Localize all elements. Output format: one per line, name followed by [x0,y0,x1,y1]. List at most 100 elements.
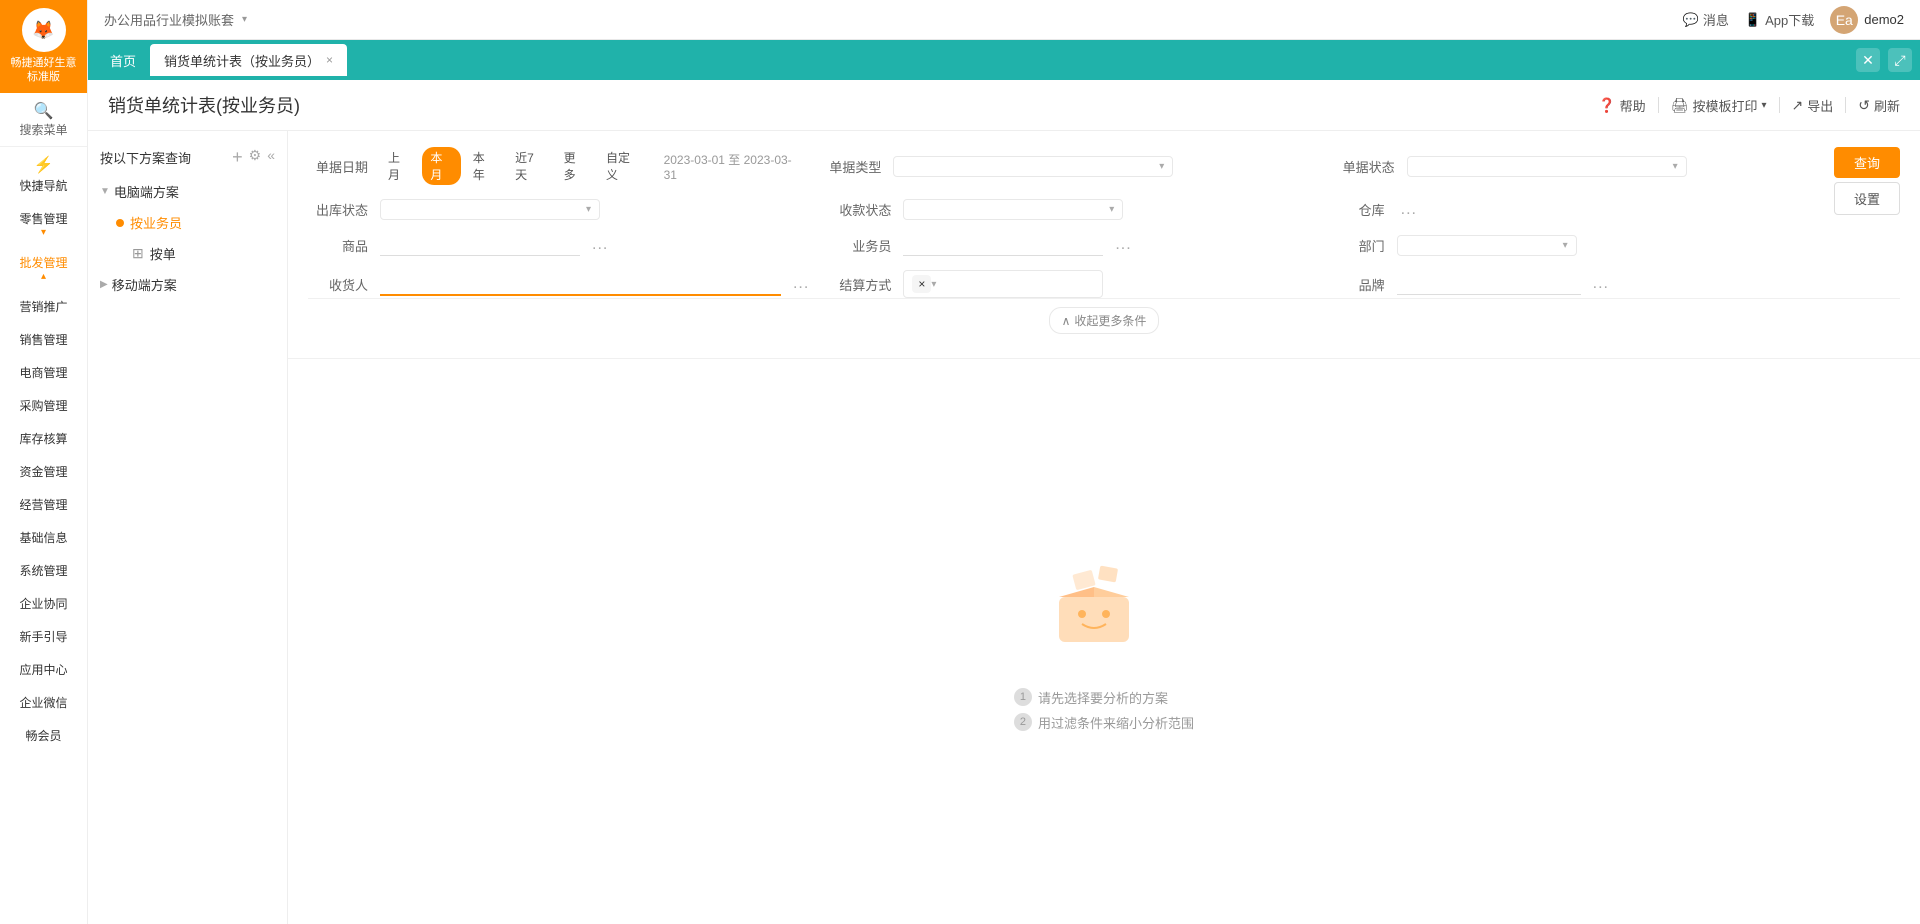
receiver-input[interactable] [380,273,781,296]
settings-button[interactable]: 设置 [1834,182,1900,215]
filter-area: 单据日期 上月 本月 本年 近7天 更多 自定义 [288,131,1920,359]
settlement-select[interactable]: × ▾ [903,270,1103,298]
sidebar-item-finance[interactable]: 资金管理 [0,455,87,488]
app-download-button[interactable]: 📱 App下载 [1745,10,1814,29]
operations-label: 经营管理 [19,496,67,513]
settlement-control: × ▾ [903,270,1332,298]
message-button[interactable]: 💬 消息 [1683,10,1729,29]
tree-node-by-salesperson[interactable]: 按业务员 [88,207,287,238]
sidebar-item-wholesale[interactable]: 批发管理 ▴ [0,246,87,290]
sidebar-item-retail[interactable]: 零售管理 ▾ [0,202,87,246]
sidebar-item-operations[interactable]: 经营管理 [0,488,87,521]
date-tab-last-month[interactable]: 上月 [380,147,418,185]
panel-header: 按以下方案查询 + ⚙ « [88,143,287,176]
sidebar-item-appcenter[interactable]: 应用中心 [0,653,87,686]
date-tab-7days[interactable]: 近7天 [507,147,552,185]
help-icon: ❓ [1598,97,1615,114]
brand-label: 品牌 [1345,275,1385,294]
window-expand-button[interactable]: ⤢ [1888,48,1912,72]
search-menu-item[interactable]: 🔍 搜索菜单 [0,93,87,147]
empty-icon [1044,552,1164,672]
tabbar: 首页 销货单统计表（按业务员） × ✕ ⤢ [88,40,1920,80]
empty-tip-2: 2 用过滤条件来缩小分析范围 [1014,713,1194,732]
salesperson-label: 业务员 [821,236,891,255]
action-buttons: 查询 设置 [1834,147,1900,215]
date-label: 单据日期 [308,157,368,176]
logo-emoji: 🦊 [32,20,54,41]
export-button[interactable]: ↗ 导出 [1792,96,1834,115]
add-scheme-button[interactable]: + [232,147,243,168]
tree-node-mobile[interactable]: ▶ 移动端方案 [88,269,287,300]
settings-scheme-button[interactable]: ⚙ [249,147,262,168]
brand-control: ... [1397,273,1826,295]
order-type-select[interactable]: ▾ [893,156,1173,177]
sidebar-item-member[interactable]: 畅会员 [0,719,87,752]
salesperson-input[interactable] [903,234,1103,256]
date-tab-this-month[interactable]: 本月 [422,147,460,185]
window-close-button[interactable]: ✕ [1856,48,1880,72]
date-tabs: 上月 本月 本年 近7天 更多 自定义 [380,147,648,185]
warehouse-dots[interactable]: ... [1401,201,1417,219]
sidebar-item-inventory[interactable]: 库存核算 [0,422,87,455]
filter-row-2: 出库状态 ▾ 收款状态 [308,199,1826,220]
user-area[interactable]: Ea demo2 [1830,6,1904,34]
payment-status-select[interactable]: ▾ [903,199,1123,220]
sidebar-item-corp[interactable]: 企业协同 [0,587,87,620]
dept-select[interactable]: ▾ [1397,235,1577,256]
brand-dots[interactable]: ... [1593,275,1609,293]
tab-home[interactable]: 首页 [96,44,150,76]
sidebar-item-ecommerce[interactable]: 电商管理 [0,356,87,389]
receiver-dots[interactable]: ... [793,275,809,293]
out-status-select[interactable]: ▾ [380,199,600,220]
sidebar-item-sales[interactable]: 销售管理 [0,323,87,356]
sidebar-item-purchase[interactable]: 采购管理 [0,389,87,422]
payment-status-arrow-icon: ▾ [1109,204,1114,215]
order-status-label: 单据状态 [1325,157,1395,176]
settlement-tag-close[interactable]: × [918,277,925,291]
workspace-dropdown-icon[interactable]: ▾ [242,14,247,25]
goods-dots[interactable]: ... [592,236,608,254]
date-tab-more[interactable]: 更多 [556,147,594,185]
sidebar-item-newbie[interactable]: 新手引导 [0,620,87,653]
tab-close-icon[interactable]: × [326,53,333,67]
order-icon: ⊞ [132,245,144,262]
ecommerce-label: 电商管理 [19,364,67,381]
message-label: 消息 [1703,10,1729,29]
date-tab-this-year[interactable]: 本年 [465,147,503,185]
workspace-title[interactable]: 办公用品行业模拟账套 [104,10,234,29]
tab-actions: ✕ ⤢ [1856,48,1912,72]
print-button[interactable]: 🖨 按模板打印 ▾ [1671,96,1767,115]
refresh-button[interactable]: ↺ 刷新 [1858,96,1900,115]
sales-label: 销售管理 [19,331,67,348]
sidebar: 🦊 畅捷通好生意 标准版 🔍 搜索菜单 ⚡ 快捷导航 零售管理 ▾ 批发管理 ▴… [0,0,88,924]
payment-status-label: 收款状态 [821,200,891,219]
help-button[interactable]: ❓ 帮助 [1598,96,1645,115]
sidebar-item-marketing[interactable]: 营销推广 [0,290,87,323]
tree-node-pc[interactable]: ▼ 电脑端方案 [88,176,287,207]
print-label: 按模板打印 [1692,96,1757,115]
date-tab-custom[interactable]: 自定义 [598,147,648,185]
topbar: 办公用品行业模拟账套 ▾ 💬 消息 📱 App下载 Ea demo2 [88,0,1920,40]
brand-input[interactable] [1397,273,1581,295]
collapse-arrow-icon: ∧ [1062,314,1071,328]
date-range-display: 2023-03-01 至 2023-03-31 [664,151,800,182]
tab-sales-stats[interactable]: 销货单统计表（按业务员） × [150,44,347,76]
collapse-panel-button[interactable]: « [267,147,275,168]
export-label: 导出 [1807,96,1833,115]
goods-input[interactable] [380,234,580,256]
empty-illustration [1044,552,1144,652]
query-button[interactable]: 查询 [1834,147,1900,178]
tree-node-by-order[interactable]: ⊞ 按单 [88,238,287,269]
sidebar-item-quick-nav[interactable]: ⚡ 快捷导航 [0,147,87,202]
active-indicator [116,219,124,227]
order-type-control: ▾ [893,156,1312,177]
collapse-button[interactable]: ∧ 收起更多条件 [1049,307,1160,334]
sidebar-item-corpwx[interactable]: 企业微信 [0,686,87,719]
salesperson-dots[interactable]: ... [1115,236,1131,254]
sidebar-item-basic[interactable]: 基础信息 [0,521,87,554]
inventory-label: 库存核算 [19,430,67,447]
sidebar-item-system[interactable]: 系统管理 [0,554,87,587]
refresh-icon: ↺ [1858,97,1870,114]
divider1 [1658,97,1659,113]
order-status-select[interactable]: ▾ [1407,156,1687,177]
